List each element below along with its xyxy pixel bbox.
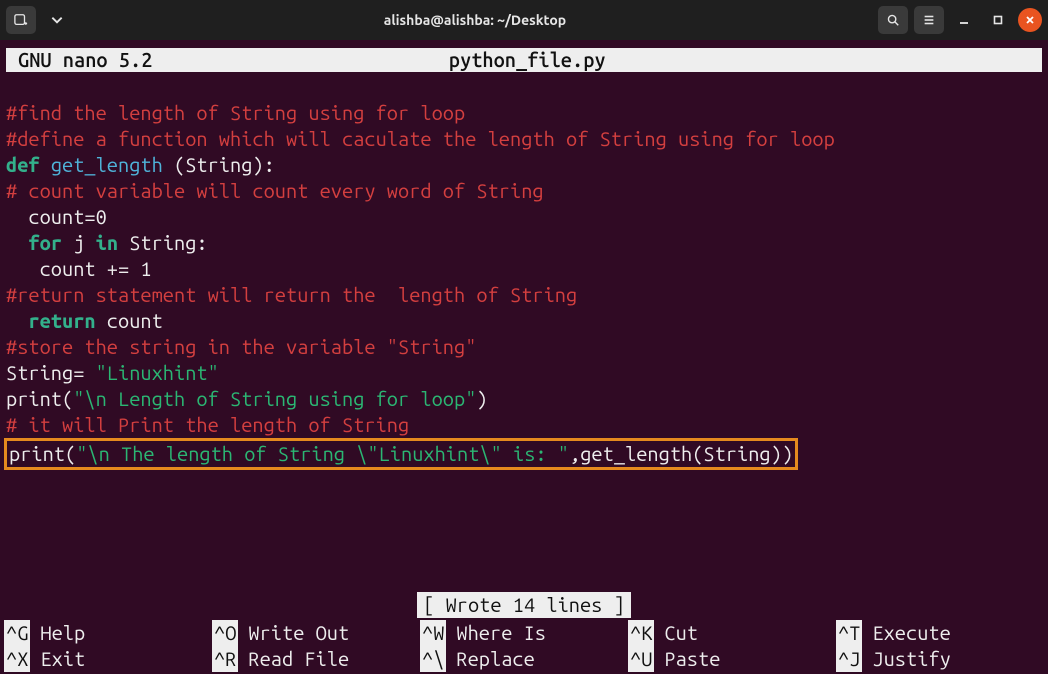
shortcut-label: Where Is [456, 620, 546, 646]
shortcut-key[interactable]: ^T [836, 620, 862, 646]
code-token-string: "\n Length of String using for loop" [73, 387, 476, 410]
shortcut-key[interactable]: ^K [628, 620, 654, 646]
new-tab-button[interactable] [6, 6, 36, 34]
shortcut-label: Execute [872, 620, 950, 646]
shortcut-label: Write Out [248, 620, 349, 646]
shortcut-label: Paste [664, 646, 720, 672]
window-minimize-button[interactable] [950, 8, 978, 32]
chevron-down-icon [50, 13, 64, 27]
code-token: ) [476, 387, 487, 410]
minimize-icon [958, 14, 970, 26]
window-maximize-button[interactable] [984, 8, 1012, 32]
shortcut-label: Exit [40, 646, 85, 672]
code-token: ,get_length(String)) [569, 442, 793, 465]
nano-filename: python_file.py [152, 48, 1042, 72]
code-token: j [62, 231, 96, 254]
code-token: print( [6, 387, 73, 410]
shortcut-row: ^X Exit ^R Read File ^\ Replace ^U Paste ^J J… [4, 646, 1044, 672]
nano-header-bar: GNU nano 5.2 python_file.py [6, 48, 1042, 72]
code-line: #return statement will return the length… [6, 283, 577, 306]
code-line: # count variable will count every word o… [6, 179, 544, 202]
window-titlebar: alishba@alishba: ~/Desktop [0, 0, 1048, 40]
close-icon [1025, 15, 1035, 25]
shortcut-key[interactable]: ^X [4, 646, 30, 672]
search-button[interactable] [878, 6, 908, 34]
code-token-for: for [28, 231, 62, 254]
nano-status-row: [ Wrote 14 lines ] [0, 592, 1048, 618]
shortcut-key[interactable]: ^O [212, 620, 238, 646]
highlighted-line: print("\n The length of String \"Linuxhi… [4, 438, 798, 470]
shortcut-key[interactable]: ^J [836, 646, 862, 672]
code-token: (String): [163, 153, 275, 176]
shortcut-row: ^G Help ^O Write Out ^W Where Is ^K Cut ^T Ex… [4, 620, 1044, 646]
code-line: #find the length of String using for loo… [6, 101, 465, 124]
shortcut-key[interactable]: ^W [420, 620, 446, 646]
shortcut-key[interactable]: ^G [4, 620, 30, 646]
window-title: alishba@alishba: ~/Desktop [72, 12, 878, 28]
code-line: count += 1 [6, 257, 152, 280]
code-token: print( [9, 442, 76, 465]
nano-version: GNU nano 5.2 [6, 48, 152, 72]
shortcut-label: Read File [248, 646, 349, 672]
shortcut-key[interactable]: ^U [628, 646, 654, 672]
tab-plus-icon [14, 13, 28, 27]
code-token: count [96, 309, 163, 332]
shortcut-label: Help [40, 620, 85, 646]
shortcut-label: Justify [872, 646, 950, 672]
shortcut-key[interactable]: ^R [212, 646, 238, 672]
code-token-def: def [6, 153, 40, 176]
code-token [6, 231, 28, 254]
tab-dropdown-button[interactable] [42, 6, 72, 34]
nano-shortcut-bar: ^G Help ^O Write Out ^W Where Is ^K Cut ^T Ex… [0, 620, 1048, 672]
code-line: #define a function which will caculate t… [6, 127, 835, 150]
hamburger-icon [922, 13, 936, 27]
code-line: # it will Print the length of String [6, 413, 409, 436]
search-icon [886, 13, 900, 27]
window-close-button[interactable] [1018, 8, 1042, 32]
code-token-funcname: get_length [51, 153, 163, 176]
code-line: count=0 [6, 205, 107, 228]
code-token-string: "\n The length of String \"Linuxhint\" i… [76, 442, 569, 465]
shortcut-key[interactable]: ^\ [420, 646, 446, 672]
code-token-string: "Linuxhint" [96, 361, 219, 384]
code-line: #store the string in the variable "Strin… [6, 335, 476, 358]
code-token: String= [6, 361, 96, 384]
nano-status-message: [ Wrote 14 lines ] [417, 592, 631, 618]
editor-area[interactable]: #find the length of String using for loo… [0, 72, 1048, 470]
maximize-icon [992, 14, 1004, 26]
hamburger-menu-button[interactable] [914, 6, 944, 34]
shortcut-label: Replace [456, 646, 534, 672]
code-token [6, 309, 28, 332]
code-token-return: return [28, 309, 95, 332]
code-token: String: [118, 231, 208, 254]
shortcut-label: Cut [664, 620, 698, 646]
code-token-in: in [96, 231, 118, 254]
